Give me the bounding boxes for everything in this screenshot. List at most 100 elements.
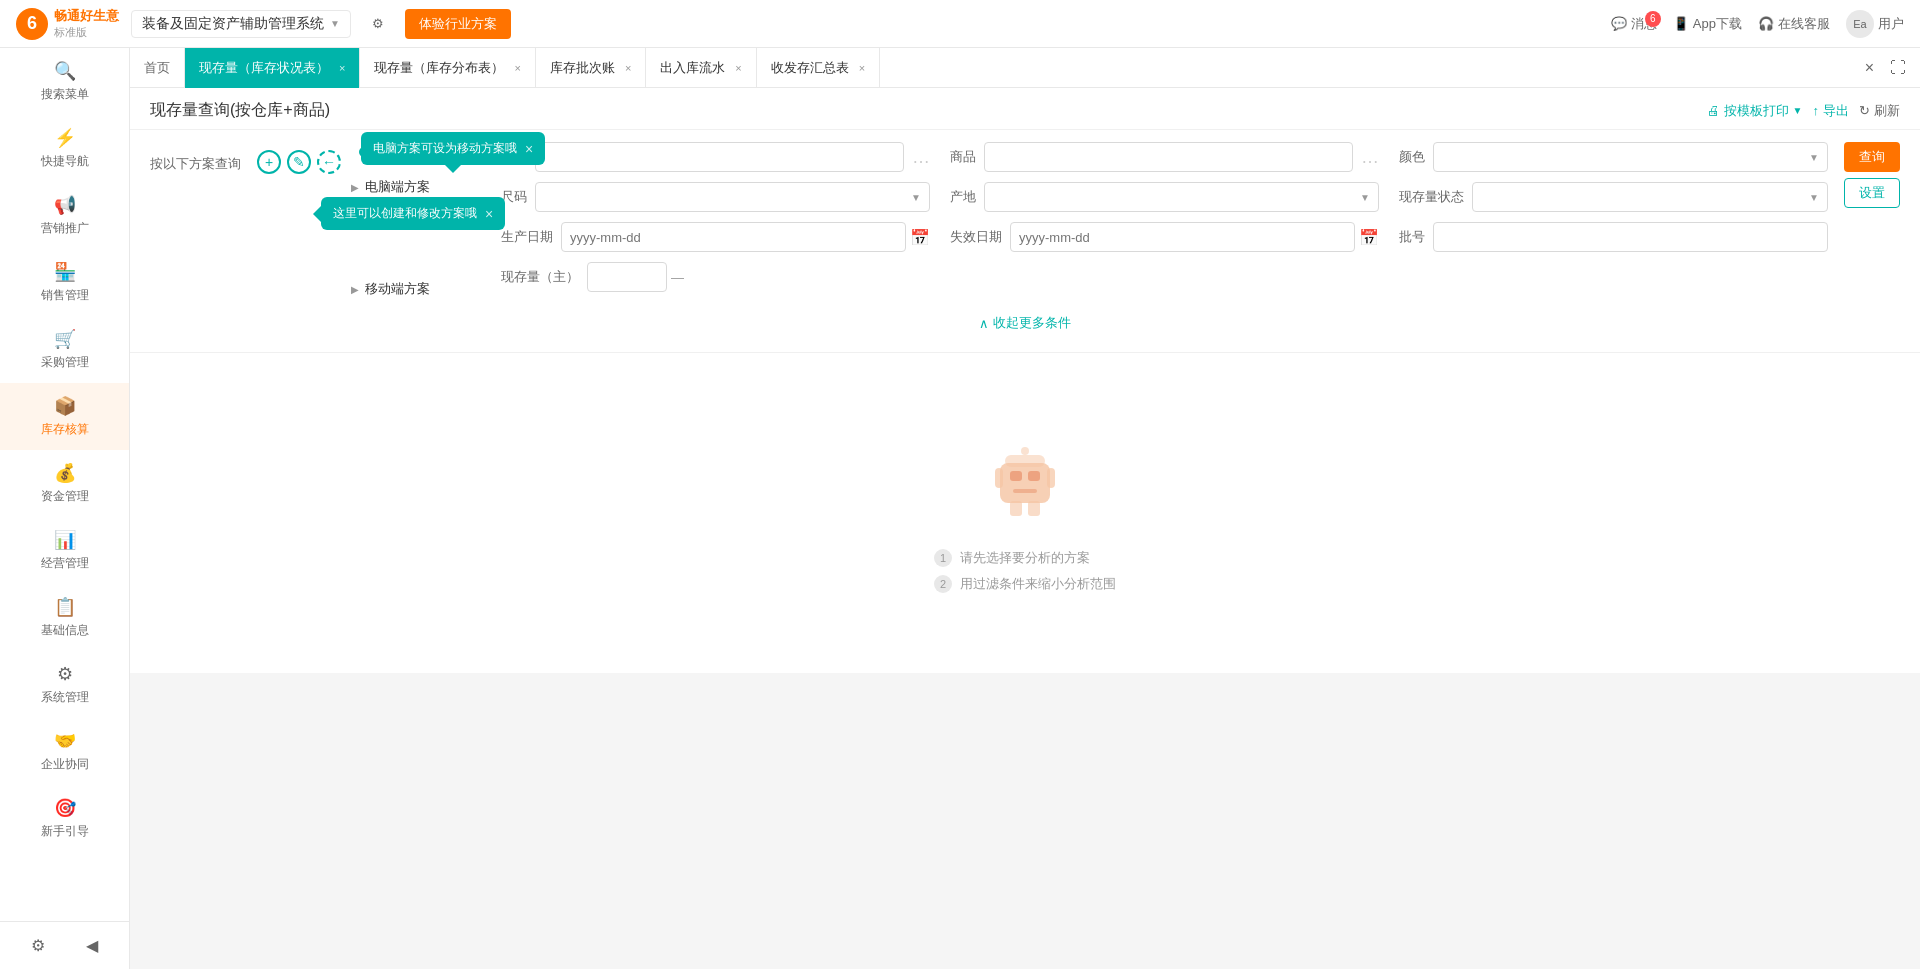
filter-row-2: 尺码 ▼ 产地 [501, 182, 1828, 212]
sidebar-item-quick-nav[interactable]: ⚡ 快捷导航 [0, 115, 129, 182]
app-download-button[interactable]: 📱 App下载 [1673, 15, 1742, 33]
basic-info-icon: 📋 [54, 596, 76, 618]
filter-row4-col2 [950, 262, 1379, 292]
warehouse-more-icon[interactable]: … [912, 147, 930, 168]
tab-collect-summary[interactable]: 收发存汇总表 × [757, 48, 880, 88]
size-select[interactable]: ▼ [535, 182, 930, 212]
content-inner: 现存量查询(按仓库+商品) 🖨 按模板打印 ▼ ↑ 导出 [130, 88, 1920, 673]
warehouse-input[interactable] [535, 142, 904, 172]
app-container: 6 畅通好生意 标准版 装备及固定资产辅助管理系统 ▼ ⚙ 体验行业方案 💬 消… [0, 0, 1920, 969]
sidebar-item-management[interactable]: 📊 经营管理 [0, 517, 129, 584]
sidebar-item-guide[interactable]: 🎯 新手引导 [0, 785, 129, 852]
system-name[interactable]: 装备及固定资产辅助管理系统 ▼ [131, 10, 351, 38]
svg-rect-4 [995, 468, 1003, 488]
print-button[interactable]: 🖨 按模板打印 ▼ [1707, 102, 1803, 120]
logo-line1: 畅通好生意 [54, 8, 119, 25]
exp-date-input-area: 📅 [1010, 222, 1379, 252]
schema-group-mobile: ▶ 移动端方案 [351, 276, 481, 302]
tab-stock-batch[interactable]: 库存批次账 × [536, 48, 646, 88]
tab-inout-flow-close[interactable]: × [735, 62, 741, 74]
exp-date-input[interactable] [1010, 222, 1355, 252]
logo-area: 6 畅通好生意 标准版 [16, 8, 119, 40]
svg-rect-2 [1028, 471, 1040, 481]
batch-input[interactable] [1433, 222, 1828, 252]
search-buttons: 查询 设置 [1844, 142, 1900, 208]
stock-status-select[interactable]: ▼ [1472, 182, 1828, 212]
refresh-button[interactable]: ↻ 刷新 [1859, 102, 1900, 120]
sidebar-collapse-button[interactable]: ◀ [82, 932, 102, 959]
prod-date-input[interactable] [561, 222, 906, 252]
stock-qty-min-input[interactable] [587, 262, 667, 292]
filter-row-4: 现存量（主） — [501, 262, 1828, 292]
schema-group-mobile-header[interactable]: ▶ 移动端方案 [351, 276, 481, 302]
marketing-icon: 📢 [54, 194, 76, 216]
sidebar-item-finance[interactable]: 💰 资金管理 [0, 450, 129, 517]
svg-rect-1 [1010, 471, 1022, 481]
tab-stock-status[interactable]: 现存量（库存状况表） × [185, 48, 360, 88]
tab-inout-flow-label: 出入库流水 [660, 59, 725, 77]
schema-tooltip-close[interactable]: × [525, 141, 533, 157]
reset-button[interactable]: 设置 [1844, 178, 1900, 208]
exp-date-label: 失效日期 [950, 228, 1002, 246]
chevron-down-icon: ▼ [330, 18, 340, 29]
sidebar-item-inventory-label: 库存核算 [41, 421, 89, 438]
collapse-button[interactable]: ∧ 收起更多条件 [979, 314, 1071, 332]
tab-stock-status-close[interactable]: × [339, 62, 345, 74]
tab-stock-batch-close[interactable]: × [625, 62, 631, 74]
tab-stock-dist[interactable]: 现存量（库存分布表） × [360, 48, 535, 88]
sidebar-item-enterprise-label: 企业协同 [41, 756, 89, 773]
sidebar-settings-button[interactable]: ⚙ [27, 932, 49, 959]
quick-nav-icon: ⚡ [54, 127, 76, 149]
sidebar-item-basic-info[interactable]: 📋 基础信息 [0, 584, 129, 651]
goods-input[interactable] [984, 142, 1353, 172]
tab-inout-flow[interactable]: 出入库流水 × [646, 48, 756, 88]
sidebar-item-inventory[interactable]: 📦 库存核算 [0, 383, 129, 450]
sidebar-item-sales[interactable]: 🏪 销售管理 [0, 249, 129, 316]
goods-more-icon[interactable]: … [1361, 147, 1379, 168]
color-select[interactable]: ▼ [1433, 142, 1828, 172]
exp-date-calendar-icon[interactable]: 📅 [1359, 228, 1379, 247]
sidebar-item-search[interactable]: 🔍 搜索菜单 [0, 48, 129, 115]
close-all-tabs-button[interactable]: × [1861, 55, 1878, 81]
sidebar-item-system[interactable]: ⚙ 系统管理 [0, 651, 129, 718]
schema-add-button[interactable]: + [257, 150, 281, 174]
settings-button[interactable]: ⚙ [363, 9, 393, 39]
user-menu[interactable]: Ea 用户 [1846, 10, 1904, 38]
enterprise-icon: 🤝 [54, 730, 76, 752]
range-dash: — [671, 270, 684, 285]
notification-button[interactable]: 💬 消息 6 [1611, 15, 1657, 33]
search-button[interactable]: 查询 [1844, 142, 1900, 172]
system-icon: ⚙ [57, 663, 73, 685]
goods-label: 商品 [950, 148, 976, 166]
sidebar-item-marketing[interactable]: 📢 营销推广 [0, 182, 129, 249]
industry-button[interactable]: 体验行业方案 [405, 9, 511, 39]
schema-back-button[interactable]: ← [317, 150, 341, 174]
schema-tooltip2-text: 这里可以创建和修改方案哦 [333, 205, 477, 222]
export-button[interactable]: ↑ 导出 [1813, 102, 1850, 120]
origin-select[interactable]: ▼ [984, 182, 1379, 212]
filter-schema-btns: + ✎ ← [257, 147, 341, 174]
tab-home[interactable]: 首页 [130, 48, 185, 88]
prod-date-calendar-icon[interactable]: 📅 [910, 228, 930, 247]
filter-field-exp-date: 失效日期 📅 [950, 222, 1379, 252]
tab-collect-summary-label: 收发存汇总表 [771, 59, 849, 77]
empty-tips: 1 请先选择要分析的方案 2 用过滤条件来缩小分析范围 [934, 549, 1116, 593]
export-label: 导出 [1823, 102, 1849, 120]
tab-stock-dist-close[interactable]: × [514, 62, 520, 74]
schema-tooltip2-close[interactable]: × [485, 206, 493, 222]
fullscreen-button[interactable]: ⛶ [1886, 55, 1910, 81]
tab-collect-summary-close[interactable]: × [859, 62, 865, 74]
app-download-label: App下载 [1693, 15, 1742, 33]
filter-field-origin: 产地 ▼ [950, 182, 1379, 212]
sidebar-item-marketing-label: 营销推广 [41, 220, 89, 237]
online-service-button[interactable]: 🎧 在线客服 [1758, 15, 1830, 33]
sidebar-item-enterprise[interactable]: 🤝 企业协同 [0, 718, 129, 785]
sidebar-item-purchase[interactable]: 🛒 采购管理 [0, 316, 129, 383]
guide-icon: 🎯 [54, 797, 76, 819]
sidebar-item-system-label: 系统管理 [41, 689, 89, 706]
sidebar-item-quick-nav-label: 快捷导航 [41, 153, 89, 170]
schema-edit-button[interactable]: ✎ [287, 150, 311, 174]
expand-arrow-mobile-icon: ▶ [351, 284, 359, 295]
refresh-icon: ↻ [1859, 103, 1870, 118]
print-chevron: ▼ [1793, 105, 1803, 116]
